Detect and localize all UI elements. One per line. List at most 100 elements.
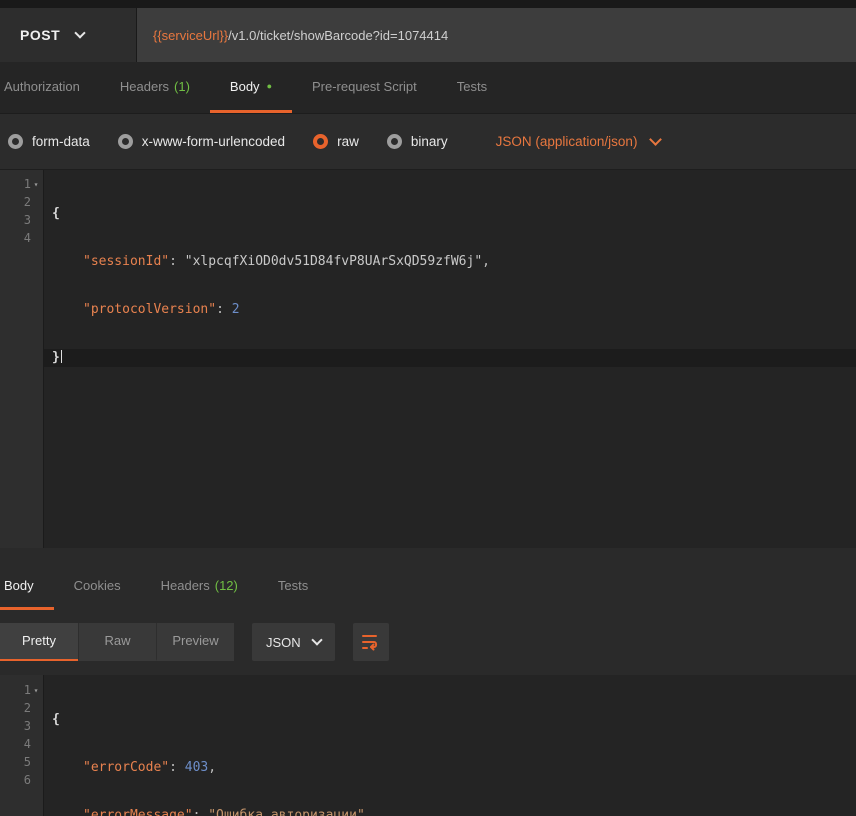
response-toolbar: Pretty Raw Preview JSON (0, 623, 856, 661)
tab-label: Body (4, 578, 34, 593)
radio-x-www-form-urlencoded[interactable]: x-www-form-urlencoded (117, 134, 286, 149)
token-brace: } (52, 350, 60, 365)
tab-headers[interactable]: Headers (1) (100, 62, 210, 113)
token-number: 2 (231, 302, 240, 317)
line-number: 3 (23, 719, 31, 733)
gutter-row: 1 ▾ (0, 175, 43, 193)
response-body-viewer: 1 ▾ 2 3 4 5 6 {"errorCode": 403, "error… (0, 675, 856, 816)
chevron-down-icon (649, 133, 663, 146)
radio-icon (386, 134, 402, 149)
gutter-row: 2 (0, 193, 43, 211)
token-brace: { (52, 206, 60, 221)
code-line: "sessionId": "xlpcqfXiOD0dv51D84fvP8UArS… (44, 253, 856, 271)
radio-label: x-www-form-urlencoded (141, 134, 286, 149)
code-line: "protocolVersion": 2 (44, 301, 856, 319)
method-label: POST (20, 27, 61, 43)
raw-button[interactable]: Raw (78, 623, 156, 661)
gutter-row: 5 (0, 753, 43, 771)
tab-label: Body (229, 78, 260, 94)
radio-label: binary (410, 134, 448, 149)
radio-icon (117, 134, 133, 149)
gutter-row: 3 (0, 717, 43, 735)
token-punct: : (169, 760, 185, 775)
token-key: "sessionId" (83, 254, 170, 269)
line-number: 4 (23, 231, 31, 245)
text-cursor (60, 350, 62, 363)
pretty-button[interactable]: Pretty (0, 623, 78, 661)
response-viewer-gutter: 1 ▾ 2 3 4 5 6 (0, 675, 44, 816)
line-number: 6 (23, 773, 31, 787)
tab-body[interactable]: Body ● (209, 62, 292, 113)
response-format-dropdown[interactable]: JSON (252, 623, 335, 661)
gutter-row: 4 (0, 735, 43, 753)
code-line: { (44, 711, 856, 729)
code-line: { (44, 205, 856, 223)
token-punct: , (482, 254, 490, 269)
line-number: 1 (23, 683, 31, 697)
tab-label: Authorization (4, 78, 80, 94)
gutter-row: 1 ▾ (0, 681, 43, 699)
token-brace: { (52, 712, 60, 727)
tab-response-body[interactable]: Body (0, 564, 54, 610)
tab-label: Cookies (73, 578, 121, 593)
chevron-down-icon (311, 634, 323, 646)
button-label: Pretty (22, 633, 56, 648)
fold-icon[interactable]: ▾ (31, 180, 41, 189)
response-section: Body Cookies Headers (12) Tests Pretty R… (0, 548, 856, 816)
token-number: 403 (184, 760, 209, 775)
code-line-active: } (44, 349, 856, 367)
button-label: Preview (172, 633, 219, 648)
tab-label: Headers (119, 78, 170, 94)
gutter-row: 4 (0, 229, 43, 247)
token-string: "xlpcqfXiOD0dv51D84fvP8UArSxQD59zfW6j" (184, 254, 483, 269)
request-code-area[interactable]: { "sessionId": "xlpcqfXiOD0dv51D84fvP8UA… (44, 170, 856, 548)
body-type-bar: form-data x-www-form-urlencoded raw bina… (0, 114, 856, 170)
line-number: 4 (23, 737, 31, 751)
headers-count-badge: (12) (214, 578, 238, 593)
tab-label: Headers (160, 578, 210, 593)
radio-icon (8, 134, 23, 149)
radio-form-data[interactable]: form-data (8, 134, 90, 149)
response-code-area: { "errorCode": 403, "errorMessage": "Оши… (44, 675, 856, 816)
tab-cookies[interactable]: Cookies (54, 564, 141, 610)
gutter-row: 3 (0, 211, 43, 229)
line-number: 3 (23, 213, 31, 227)
preview-button[interactable]: Preview (156, 623, 234, 661)
content-type-dropdown[interactable]: JSON (application/json) (495, 133, 663, 149)
radio-binary[interactable]: binary (386, 134, 448, 149)
line-number: 2 (23, 195, 31, 209)
gutter-row: 2 (0, 699, 43, 717)
tab-label: Tests (277, 578, 309, 593)
headers-count-badge: (1) (174, 78, 190, 94)
radio-raw[interactable]: raw (313, 134, 359, 149)
tab-pre-request-script[interactable]: Pre-request Script (292, 62, 437, 113)
url-input[interactable]: {{serviceUrl}}/v1.0/ticket/showBarcode?i… (137, 8, 856, 62)
request-body-editor[interactable]: 1 ▾ 2 3 4 { "sessionId": "xlpcqfXiOD0dv5… (0, 170, 856, 548)
url-path: /v1.0/ticket/showBarcode?id=1074414 (228, 27, 449, 43)
code-line: "errorCode": 403, (44, 759, 856, 777)
line-number: 5 (23, 755, 31, 769)
chevron-down-icon (74, 27, 86, 39)
method-dropdown[interactable]: POST (0, 8, 137, 62)
green-dot-icon: ● (266, 81, 272, 91)
request-tabs: Authorization Headers (1) Body ● Pre-req… (0, 62, 856, 114)
tab-tests[interactable]: Tests (437, 62, 507, 113)
tab-response-tests[interactable]: Tests (258, 564, 328, 610)
token-punct: , (364, 808, 373, 816)
token-key: "errorMessage" (83, 808, 193, 816)
url-variable: {{serviceUrl}} (153, 27, 229, 43)
token-punct: : (192, 808, 209, 816)
request-bar: POST {{serviceUrl}}/v1.0/ticket/showBarc… (0, 8, 856, 62)
format-label: JSON (266, 634, 301, 650)
wrap-lines-button[interactable] (352, 623, 389, 661)
content-type-label: JSON (application/json) (495, 134, 638, 149)
fold-icon[interactable]: ▾ (31, 686, 41, 695)
request-editor-gutter: 1 ▾ 2 3 4 (0, 170, 44, 548)
tab-authorization[interactable]: Authorization (0, 62, 100, 113)
tab-response-headers[interactable]: Headers (12) (141, 564, 258, 610)
radio-selected-icon (313, 134, 329, 149)
token-punct: : (216, 302, 232, 317)
gutter-row: 6 (0, 771, 43, 789)
window-top-strip (0, 0, 856, 8)
line-number: 1 (23, 177, 31, 191)
